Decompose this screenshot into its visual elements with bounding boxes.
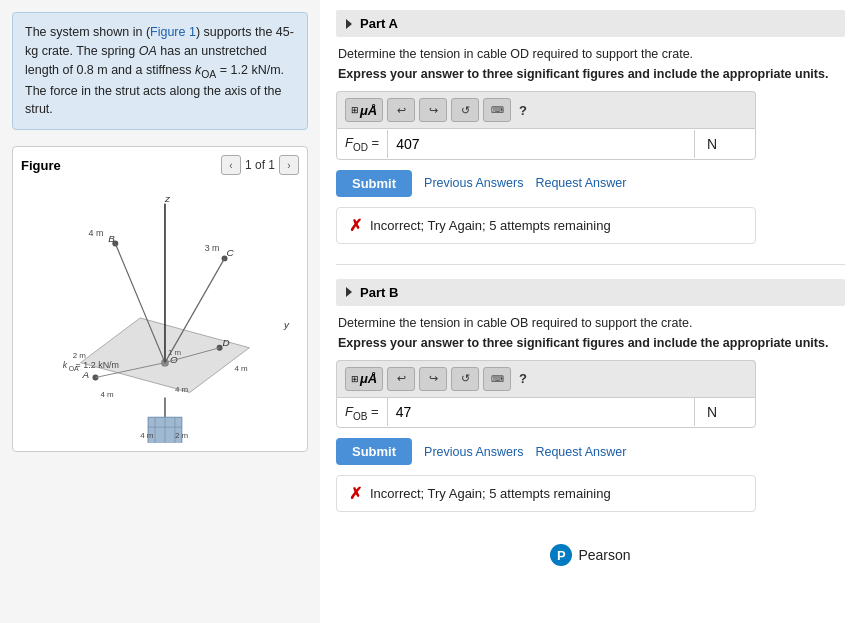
part-b-label: Part B <box>360 285 398 300</box>
svg-text:2 m: 2 m <box>175 431 189 440</box>
part-a-answer-input[interactable]: 407 <box>387 130 695 158</box>
svg-text:1 m: 1 m <box>168 348 182 357</box>
part-a-description: Determine the tension in cable OD requir… <box>336 47 845 61</box>
part-b-request-answer-link[interactable]: Request Answer <box>535 445 626 459</box>
part-a-prev-answers-link[interactable]: Previous Answers <box>424 176 523 190</box>
redo-button-b[interactable]: ↪ <box>419 367 447 391</box>
help-icon-a: ? <box>519 103 527 118</box>
undo-button-a[interactable]: ↩ <box>387 98 415 122</box>
refresh-button-a[interactable]: ↺ <box>451 98 479 122</box>
help-icon-b: ? <box>519 371 527 386</box>
svg-text:4 m: 4 m <box>175 386 189 395</box>
part-a-header: Part A <box>336 10 845 37</box>
svg-text:4 m: 4 m <box>234 364 248 373</box>
part-b-answer-input[interactable]: 47 <box>387 398 695 426</box>
figure-next-button[interactable]: › <box>279 155 299 175</box>
part-b-formula-label: FOB = <box>337 398 387 428</box>
part-a-submit-button[interactable]: Submit <box>336 170 412 197</box>
pearson-footer: P Pearson <box>336 532 845 570</box>
part-b-description: Determine the tension in cable OB requir… <box>336 316 845 330</box>
svg-text:z: z <box>164 193 170 204</box>
part-a-submit-row: Submit Previous Answers Request Answer <box>336 170 845 197</box>
svg-text:4 m: 4 m <box>100 391 114 400</box>
svg-text:3 m: 3 m <box>205 244 220 254</box>
part-b-input-row: FOB = 47 N <box>336 397 756 429</box>
keyboard-button-b[interactable]: ⌨ <box>483 367 511 391</box>
figure-page: 1 of 1 <box>245 158 275 172</box>
figure-link[interactable]: Figure 1 <box>150 25 196 39</box>
problem-text-pre: The system shown in ( <box>25 25 150 39</box>
part-b-error-icon: ✗ <box>349 484 362 503</box>
part-a-toolbar: ⊞ μÅ ↩ ↪ ↺ ⌨ ? <box>336 91 756 128</box>
svg-text:2 m: 2 m <box>73 351 87 360</box>
part-a-toggle[interactable] <box>346 19 352 29</box>
part-a-section: Part A Determine the tension in cable OD… <box>336 10 845 244</box>
part-b-error-message: ✗ Incorrect; Try Again; 5 attempts remai… <box>336 475 756 512</box>
part-a-answer-wrapper: ⊞ μÅ ↩ ↪ ↺ ⌨ ? FOD = 407 N <box>336 91 845 160</box>
part-b-prev-answers-link[interactable]: Previous Answers <box>424 445 523 459</box>
redo-button-a[interactable]: ↪ <box>419 98 447 122</box>
part-a-request-answer-link[interactable]: Request Answer <box>535 176 626 190</box>
part-a-input-row: FOD = 407 N <box>336 128 756 160</box>
part-a-error-icon: ✗ <box>349 216 362 235</box>
part-a-label: Part A <box>360 16 398 31</box>
figure-title: Figure <box>21 158 61 173</box>
refresh-button-b[interactable]: ↺ <box>451 367 479 391</box>
svg-text:D: D <box>223 337 230 348</box>
part-b-toolbar: ⊞ μÅ ↩ ↪ ↺ ⌨ ? <box>336 360 756 397</box>
part-b-answer-wrapper: ⊞ μÅ ↩ ↪ ↺ ⌨ ? FOB = 47 N <box>336 360 845 429</box>
svg-text:k: k <box>63 360 68 370</box>
part-b-instructions: Express your answer to three significant… <box>336 336 845 350</box>
part-a-error-message: ✗ Incorrect; Try Again; 5 attempts remai… <box>336 207 756 244</box>
part-b-units: N <box>695 398 755 426</box>
svg-text:y: y <box>283 319 290 330</box>
svg-text:B: B <box>108 233 115 244</box>
figure-section: Figure ‹ 1 of 1 › z y B <box>12 146 308 452</box>
svg-text:A: A <box>82 369 90 380</box>
svg-text:= 1.2 kN/m: = 1.2 kN/m <box>76 360 119 370</box>
problem-statement: The system shown in (Figure 1) supports … <box>12 12 308 130</box>
part-b-section: Part B Determine the tension in cable OB… <box>336 279 845 513</box>
mu-icon-a: μÅ <box>360 103 377 118</box>
svg-text:C: C <box>227 248 235 259</box>
mu-icon-b: μÅ <box>360 371 377 386</box>
stiffness-sub: OA <box>201 68 216 79</box>
svg-text:4 m: 4 m <box>140 431 154 440</box>
part-b-submit-row: Submit Previous Answers Request Answer <box>336 438 845 465</box>
format-button-a[interactable]: ⊞ μÅ <box>345 98 383 122</box>
section-divider <box>336 264 845 265</box>
part-b-error-text: Incorrect; Try Again; 5 attempts remaini… <box>370 486 611 501</box>
right-panel: Part A Determine the tension in cable OD… <box>320 0 861 623</box>
undo-button-b[interactable]: ↩ <box>387 367 415 391</box>
part-a-error-text: Incorrect; Try Again; 5 attempts remaini… <box>370 218 611 233</box>
left-panel: The system shown in (Figure 1) supports … <box>0 0 320 623</box>
keyboard-button-a[interactable]: ⌨ <box>483 98 511 122</box>
part-a-instructions: Express your answer to three significant… <box>336 67 845 81</box>
part-b-toggle[interactable] <box>346 287 352 297</box>
part-a-formula-label: FOD = <box>337 129 387 159</box>
figure-nav: ‹ 1 of 1 › <box>221 155 299 175</box>
pearson-logo: P <box>550 544 572 566</box>
pearson-label: Pearson <box>578 547 630 563</box>
figure-header: Figure ‹ 1 of 1 › <box>21 155 299 175</box>
diagram-svg: z y B 4 m C 3 m O A <box>21 183 299 443</box>
part-b-header: Part B <box>336 279 845 306</box>
figure-prev-button[interactable]: ‹ <box>221 155 241 175</box>
spring-label: OA <box>139 44 157 58</box>
part-a-units: N <box>695 130 755 158</box>
svg-rect-0 <box>21 184 299 442</box>
figure-image: z y B 4 m C 3 m O A <box>21 183 299 443</box>
part-b-submit-button[interactable]: Submit <box>336 438 412 465</box>
format-button-b[interactable]: ⊞ μÅ <box>345 367 383 391</box>
svg-text:4 m: 4 m <box>89 228 104 238</box>
